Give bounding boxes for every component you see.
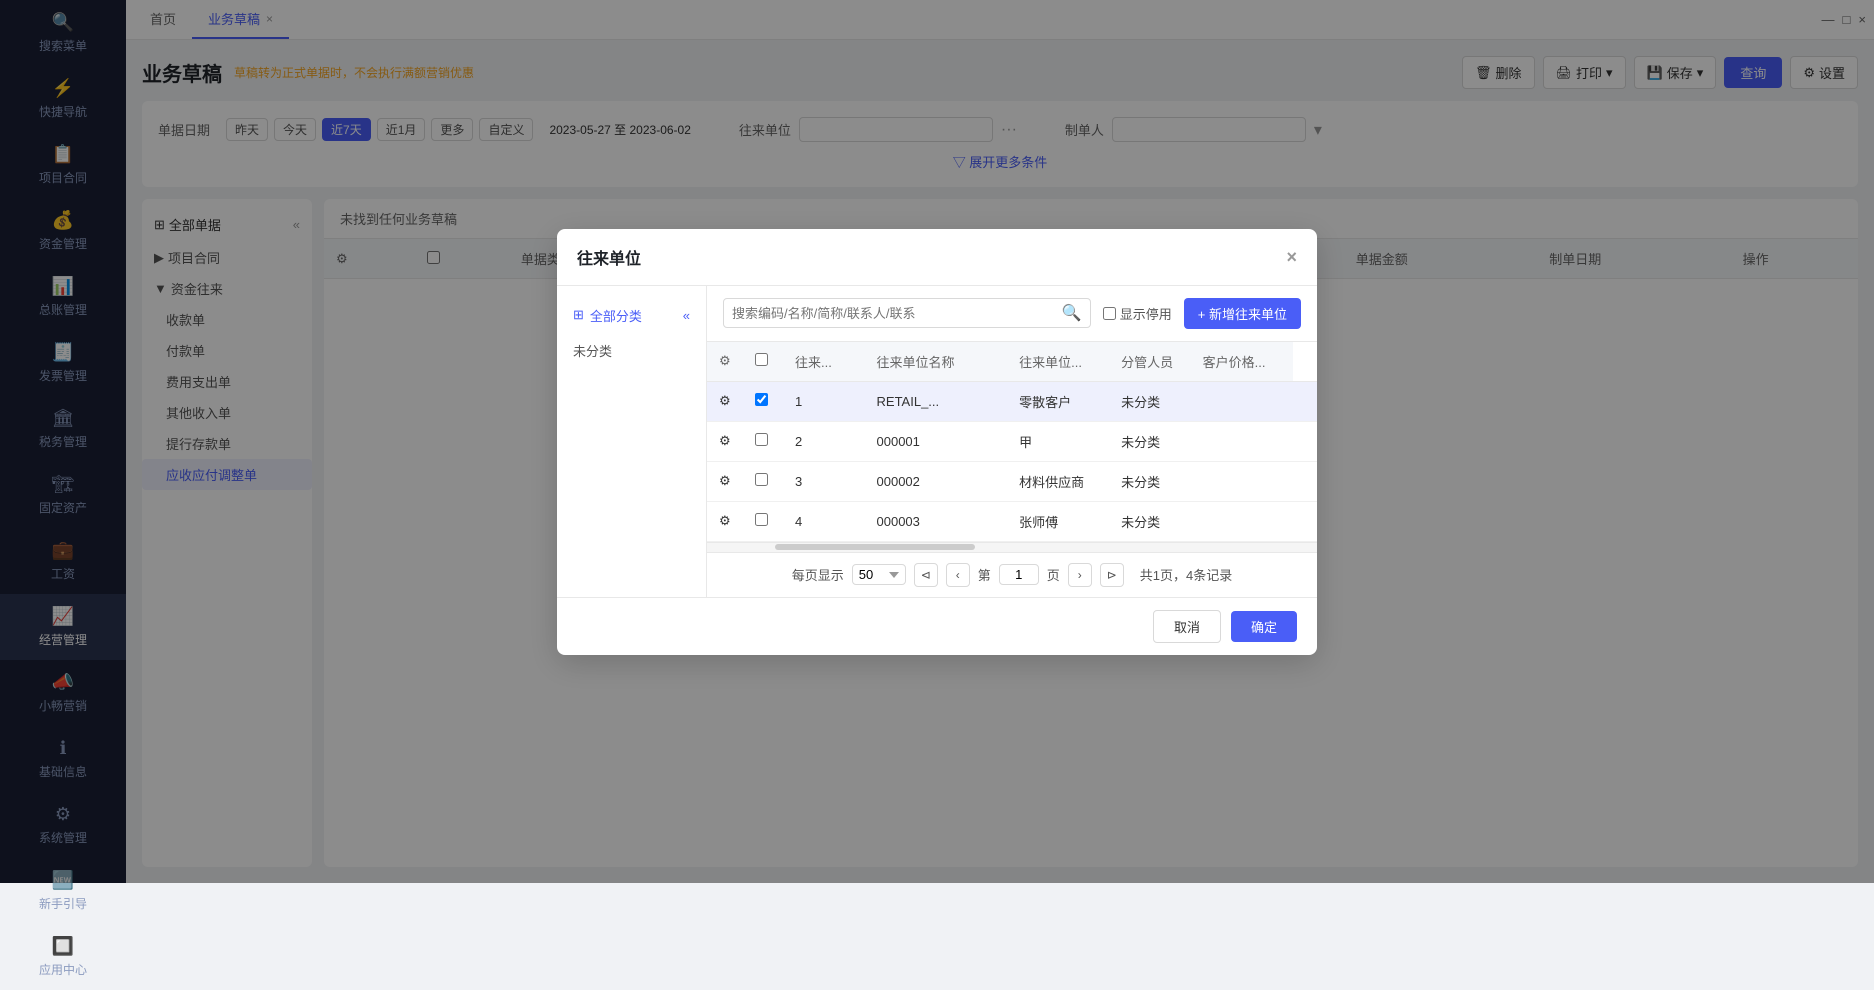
row-gear: ⚙ xyxy=(707,501,743,541)
show-disabled-label: 显示停用 xyxy=(1120,304,1172,323)
row-code: 000003 xyxy=(865,501,1008,541)
show-disabled-checkbox: 显示停用 xyxy=(1103,304,1172,323)
dialog-table-container: ⚙ 往来... 往来单位名称 往来单位... 分管人员 客户价格... ⚙ xyxy=(707,342,1317,542)
row-salesperson xyxy=(1191,501,1293,541)
table-row[interactable]: ⚙ 4 000003 张师傅 未分类 xyxy=(707,501,1317,541)
th-price: 客户价格... xyxy=(1191,342,1293,382)
row-check[interactable] xyxy=(743,461,783,501)
row-num: 2 xyxy=(783,421,865,461)
app-icon: 🔲 xyxy=(52,936,74,957)
cancel-button[interactable]: 取消 xyxy=(1153,610,1221,643)
page-number-input[interactable] xyxy=(999,564,1039,585)
search-input[interactable] xyxy=(732,306,1056,321)
row-code: 000002 xyxy=(865,461,1008,501)
dialog-footer: 取消 确定 xyxy=(557,597,1317,655)
row-salesperson xyxy=(1191,381,1293,421)
dialog-body: ⊞ 全部分类 « 未分类 🔍 显示停用 xyxy=(557,286,1317,597)
th-check xyxy=(743,342,783,382)
th-salesperson: 分管人员 xyxy=(1109,342,1191,382)
row-price xyxy=(1293,501,1318,541)
row-num: 1 xyxy=(783,381,865,421)
search-box: 🔍 xyxy=(723,298,1091,328)
per-page-label: 每页显示 xyxy=(792,565,844,584)
dialog-header: 往来单位 × xyxy=(557,229,1317,286)
table-row[interactable]: ⚙ 3 000002 材料供应商 未分类 xyxy=(707,461,1317,501)
total-label: 共1页，4条记录 xyxy=(1140,565,1232,584)
row-gear: ⚙ xyxy=(707,461,743,501)
page-label: 第 xyxy=(978,565,991,584)
dialog-overlay[interactable]: 往来单位 × ⊞ 全部分类 « 未分类 xyxy=(0,0,1874,883)
th-name: 往来单位名称 xyxy=(865,342,1008,382)
row-name: 甲 xyxy=(1007,421,1109,461)
row-num: 4 xyxy=(783,501,865,541)
page-suffix: 页 xyxy=(1047,565,1060,584)
prev-page-button[interactable]: ‹ xyxy=(946,563,970,587)
row-salesperson xyxy=(1191,461,1293,501)
category-unclassified[interactable]: 未分类 xyxy=(557,333,706,368)
counterparty-dialog: 往来单位 × ⊞ 全部分类 « 未分类 xyxy=(557,229,1317,655)
row-salesperson xyxy=(1191,421,1293,461)
dialog-toolbar: 🔍 显示停用 + 新增往来单位 xyxy=(707,286,1317,342)
category-all-label: 全部分类 xyxy=(590,306,642,325)
row-check[interactable] xyxy=(743,501,783,541)
row-code: RETAIL_... xyxy=(865,381,1008,421)
per-page-select[interactable]: 50 100 xyxy=(852,564,906,585)
first-page-button[interactable]: ⊲ xyxy=(914,563,938,587)
next-page-button[interactable]: › xyxy=(1068,563,1092,587)
sidebar-item-label: 新手引导 xyxy=(39,895,87,912)
row-price xyxy=(1293,421,1318,461)
confirm-button[interactable]: 确定 xyxy=(1231,611,1297,642)
row-price xyxy=(1293,461,1318,501)
table-row[interactable]: ⚙ 1 RETAIL_... 零散客户 未分类 xyxy=(707,381,1317,421)
scrollbar-area xyxy=(707,542,1317,552)
row-name: 零散客户 xyxy=(1007,381,1109,421)
dialog-select-all[interactable] xyxy=(755,353,768,366)
row-category: 未分类 xyxy=(1109,421,1191,461)
row-category: 未分类 xyxy=(1109,501,1191,541)
row-name: 材料供应商 xyxy=(1007,461,1109,501)
category-grid-icon: ⊞ xyxy=(573,307,584,323)
row-gear: ⚙ xyxy=(707,421,743,461)
category-collapse-icon[interactable]: « xyxy=(683,308,690,323)
show-disabled-check[interactable] xyxy=(1103,307,1116,320)
dialog-title: 往来单位 xyxy=(577,245,641,269)
dialog-pagination: 每页显示 50 100 ⊲ ‹ 第 页 › ⊳ 共1页，4条记录 xyxy=(707,552,1317,597)
row-code: 000001 xyxy=(865,421,1008,461)
row-num: 3 xyxy=(783,461,865,501)
last-page-button[interactable]: ⊳ xyxy=(1100,563,1124,587)
table-row[interactable]: ⚙ 2 000001 甲 未分类 xyxy=(707,421,1317,461)
th-code: 往来... xyxy=(783,342,865,382)
sidebar-item-app[interactable]: 🔲 应用中心 xyxy=(0,924,126,990)
add-counterparty-button[interactable]: + 新增往来单位 xyxy=(1184,298,1301,329)
scrollbar-thumb[interactable] xyxy=(775,544,975,550)
row-category: 未分类 xyxy=(1109,381,1191,421)
category-panel: ⊞ 全部分类 « 未分类 xyxy=(557,286,707,597)
row-check[interactable] xyxy=(743,421,783,461)
th-category: 往来单位... xyxy=(1007,342,1109,382)
dialog-right-panel: 🔍 显示停用 + 新增往来单位 ⚙ xyxy=(707,286,1317,597)
row-price xyxy=(1293,381,1318,421)
row-name: 张师傅 xyxy=(1007,501,1109,541)
th-gear: ⚙ xyxy=(707,342,743,382)
category-all[interactable]: ⊞ 全部分类 « xyxy=(557,298,706,333)
search-icon: 🔍 xyxy=(1062,303,1082,323)
dialog-close-button[interactable]: × xyxy=(1286,248,1297,266)
row-gear: ⚙ xyxy=(707,381,743,421)
sidebar-item-label: 应用中心 xyxy=(39,961,87,978)
counterparty-table: ⚙ 往来... 往来单位名称 往来单位... 分管人员 客户价格... ⚙ xyxy=(707,342,1317,542)
row-category: 未分类 xyxy=(1109,461,1191,501)
row-check[interactable] xyxy=(743,381,783,421)
